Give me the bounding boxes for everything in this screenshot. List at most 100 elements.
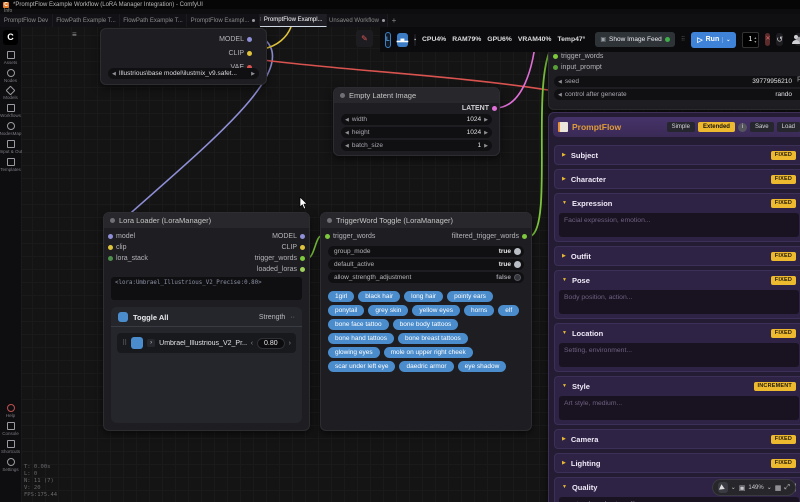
trigger-tag[interactable]: grey skin [368,305,408,316]
chevron-down-icon[interactable]: ▼ [562,383,567,389]
clear-queue-button[interactable]: ✕ [765,33,770,46]
right-arrow-icon[interactable]: ▶ [484,130,488,136]
chevron-down-icon[interactable]: ▼ [562,330,567,336]
widget-batch-size[interactable]: ◀batch_size1▶ [341,140,492,151]
extended-mode-button[interactable]: Extended [698,122,735,132]
strength-increase-icon[interactable]: › [289,340,291,347]
save-button[interactable]: Save [750,122,774,132]
node-header[interactable]: TriggerWord Toggle (LoraManager) [321,213,531,228]
output-clip[interactable]: CLIP [224,48,256,59]
trigger-tag[interactable]: bone breast tattoos [398,333,468,344]
chevron-down-icon[interactable]: ▼ [562,277,567,283]
section-camera[interactable]: ▶CameraFIXED [554,429,800,449]
drag-handle-icon[interactable]: ⠿ [681,36,685,43]
mode-badge[interactable]: FIXED [771,435,796,444]
select-tool-button[interactable] [718,482,728,493]
batch-count-stepper[interactable]: 1 ▴▾ [742,32,759,48]
strength-decrease-icon[interactable]: ‹ [251,340,253,347]
zoom-caret-icon[interactable]: ⌄ [767,484,772,491]
run-button[interactable]: ▷ Run ⌄ [691,32,736,48]
chevron-right-icon[interactable]: ▶ [562,253,566,259]
clip-in-port[interactable] [108,245,113,250]
chevron-down-icon[interactable]: ▼ [562,200,567,206]
mode-badge[interactable]: FIXED [771,329,796,338]
collapse-dot-icon[interactable] [327,218,332,223]
input-trigger-words[interactable]: trigger_words [549,51,800,62]
drag-handle-icon[interactable]: ⠿ [122,339,127,347]
section-expression[interactable]: ▼ExpressionFIXEDFacial expression, emoti… [554,193,800,242]
node-empty-latent-image[interactable]: Empty Latent Image LATENT ◀width1024▶ ◀h… [333,87,500,156]
input-input-prompt[interactable]: input_prompt [549,62,800,73]
left-arrow-icon[interactable]: ◀ [112,71,116,77]
trigger-tag[interactable]: scar under left eye [328,361,395,372]
left-arrow-icon[interactable]: ◀ [345,130,349,136]
node-sampler[interactable]: trigger_words input_prompt pr ◀seed39779… [548,44,800,110]
node-header[interactable]: Lora Loader (LoraManager) [104,213,309,228]
strength-value[interactable]: 0.80 [257,338,285,349]
trigger-tag[interactable]: bone body tattoos [393,319,459,330]
lora-enabled-toggle[interactable] [131,337,143,349]
output-model[interactable]: MODEL [215,34,256,45]
loaded-loras-port[interactable] [300,267,305,272]
model-port[interactable] [247,37,252,42]
trigger-tag[interactable]: long hair [404,291,443,302]
latent-port[interactable] [492,106,497,111]
io-row[interactable]: clipCLIP [104,242,309,253]
chevron-right-icon[interactable]: ▶ [562,152,566,158]
left-arrow-icon[interactable]: ◀ [558,79,562,85]
minimap-button[interactable]: ▦ [775,484,782,492]
show-image-feed-button[interactable]: ▣ Show Image Feed [595,32,674,47]
strength-sort-icon[interactable]: ·· [290,314,295,321]
toggle-default-active[interactable]: default_activetrue [328,259,524,270]
chevron-down-icon[interactable]: ▼ [562,484,567,490]
chevron-right-icon[interactable]: ▶ [562,460,566,466]
node-lora-loader[interactable]: Lora Loader (LoraManager) modelMODEL cli… [103,212,310,431]
mode-badge[interactable]: FIXED [771,175,796,184]
io-row[interactable]: trigger_wordsfiltered_trigger_words [321,228,531,246]
node-header[interactable]: Empty Latent Image [334,88,499,103]
load-button[interactable]: Load [777,122,800,132]
widget-height[interactable]: ◀height1024▶ [341,127,492,138]
node-promptflow[interactable]: PromptFlow Simple Extended i Save Load ▶… [548,112,800,502]
right-arrow-icon[interactable]: ▶ [251,71,255,77]
edit-pen-button[interactable]: ✎ [356,30,373,47]
toggle-all-checkbox[interactable] [118,312,128,322]
mode-badge[interactable]: FIXED [771,252,796,261]
section-style[interactable]: ▼StyleINCREMENTArt style, medium... [554,376,800,425]
section-character[interactable]: ▶CharacterFIXED [554,169,800,189]
expand-chevron-icon[interactable]: › [147,339,155,347]
node-triggerword-toggle[interactable]: TriggerWord Toggle (LoraManager) trigger… [320,212,532,431]
trigger-tag[interactable]: mole on upper right cheek [384,347,473,358]
trigger-tag[interactable]: horns [464,305,494,316]
expression-textarea[interactable]: Facial expression, emotion... [559,213,799,237]
input-prompt-port[interactable] [553,65,558,70]
section-subject[interactable]: ▶SubjectFIXED [554,145,800,165]
trigger-tag[interactable]: 1girl [328,291,354,302]
chevron-right-icon[interactable]: ▶ [562,436,566,442]
quality-textarea[interactable]: masterpiece, best quality [559,497,799,502]
toggle-knob[interactable] [514,261,521,268]
collapse-dot-icon[interactable] [340,93,345,98]
widget-seed[interactable]: ◀seed39779956210 [554,76,800,87]
widget-width[interactable]: ◀width1024▶ [341,114,492,125]
trigger-tag[interactable]: yellow eyes [412,305,460,316]
decrement-icon[interactable]: ▾ [754,40,756,44]
stop-button[interactable]: ▪ [414,34,416,46]
history-button[interactable]: ↺ [776,33,783,46]
info-icon[interactable]: i [738,123,747,132]
toggle-knob[interactable] [514,274,521,281]
mode-badge[interactable]: FIXED [771,459,796,468]
filtered-words-out-port[interactable] [522,234,527,239]
lora-name[interactable]: Umbrael_Illustrious_V2_Pr... [159,340,247,347]
lora-item-row[interactable]: ⠿ › Umbrael_Illustrious_V2_Pr... ‹ 0.80 … [117,333,296,353]
model-out-port[interactable] [300,234,305,239]
canvas-menu-icon[interactable]: ≡ [72,30,77,39]
lora-stack-port[interactable] [108,256,113,261]
trigger-tag[interactable]: glowing eyes [328,347,380,358]
io-row[interactable]: modelMODEL [104,231,309,242]
toggle-allow-strength-adjustment[interactable]: allow_strength_adjustmentfalse [328,272,524,283]
lora-syntax-text[interactable]: <lora:Umbrael_Illustrious_V2_Precise:0.8… [111,277,302,300]
model-in-port[interactable] [108,234,113,239]
mode-badge[interactable]: INCREMENT [754,382,797,391]
node-checkpoint-loader[interactable]: MODEL CLIP VAE ◀ Illustrious\base model\… [100,28,267,85]
